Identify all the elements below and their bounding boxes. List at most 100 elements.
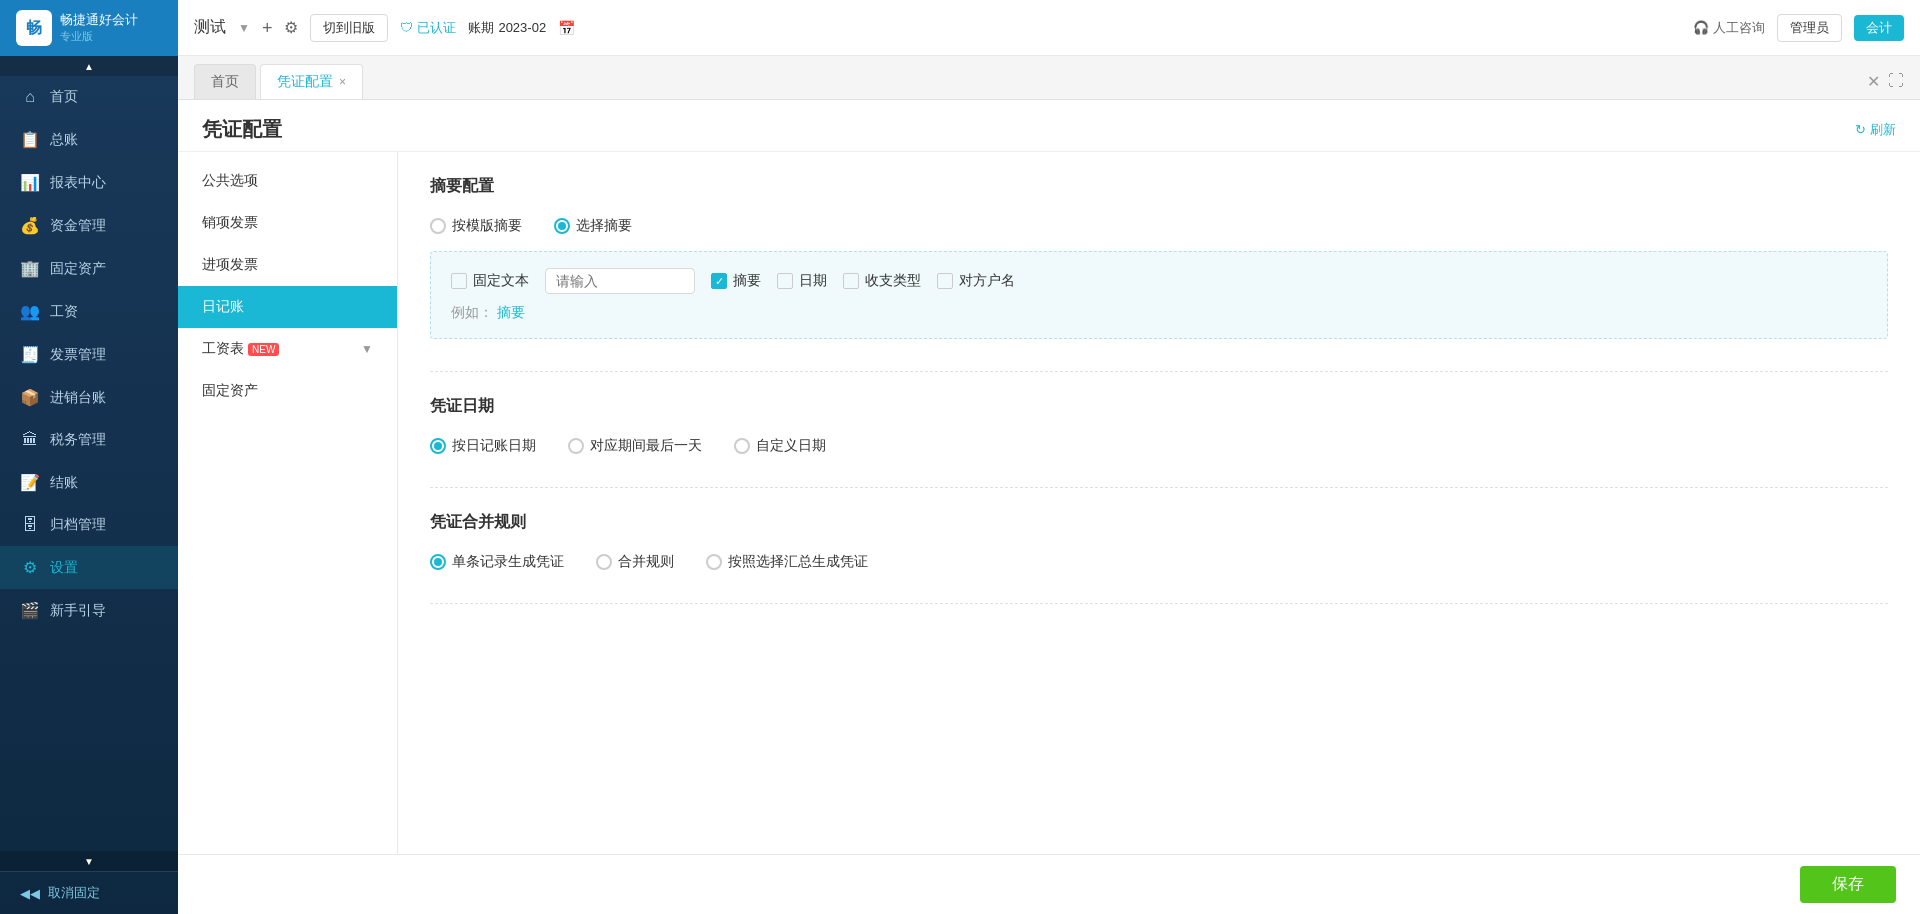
merge-rules-title: 凭证合并规则 [430, 512, 1888, 533]
app-logo: 畅 畅捷通好会计 专业版 [0, 0, 178, 56]
consult-btn[interactable]: 🎧 人工咨询 [1693, 19, 1765, 37]
radio-by-template-label: 按模版摘要 [452, 217, 522, 235]
divider-3 [430, 603, 1888, 604]
sidebar-label-general-ledger: 总账 [50, 131, 78, 149]
checkbox-date[interactable]: 日期 [777, 272, 827, 290]
sidebar-label-report-center: 报表中心 [50, 174, 106, 192]
checkbox-fixed-text[interactable]: 固定文本 [451, 272, 529, 290]
radio-merge-rules-circle [596, 554, 612, 570]
left-nav-sales-invoice[interactable]: 销项发票 [178, 202, 397, 244]
sidebar-item-payroll[interactable]: 👥 工资 [0, 290, 178, 333]
user-btn[interactable]: 管理员 [1777, 14, 1842, 42]
logo-icon: 畅 [16, 10, 52, 46]
radio-single-record-circle [430, 554, 446, 570]
settings-gear-btn[interactable]: ⚙ [284, 18, 298, 37]
radio-by-journal-date[interactable]: 按日记账日期 [430, 437, 536, 455]
sidebar-item-home[interactable]: ⌂ 首页 [0, 76, 178, 118]
radio-select-summary[interactable]: 选择摘要 [554, 217, 632, 235]
tab-home[interactable]: 首页 [194, 64, 256, 99]
radio-custom-date[interactable]: 自定义日期 [734, 437, 826, 455]
fixed-text-input[interactable] [545, 268, 695, 294]
sidebar-item-invoice-management[interactable]: 🧾 发票管理 [0, 333, 178, 376]
sidebar-item-archive[interactable]: 🗄 归档管理 [0, 504, 178, 546]
radio-select-summary-label: 选择摘要 [576, 217, 632, 235]
refresh-icon: ↻ [1855, 122, 1866, 137]
workspace-dropdown[interactable]: ▼ [238, 21, 250, 35]
sidebar-item-fixed-assets[interactable]: 🏢 固定资产 [0, 247, 178, 290]
sidebar-item-beginner-guide[interactable]: 🎬 新手引导 [0, 589, 178, 632]
merge-rules-radio-group: 单条记录生成凭证 合并规则 按照选择汇总生成凭证 [430, 553, 1888, 571]
home-icon: ⌂ [20, 88, 40, 106]
shield-icon: 🛡 [400, 20, 413, 35]
refresh-btn[interactable]: ↻ 刷新 [1855, 121, 1896, 139]
sidebar-item-settlement[interactable]: 📝 结账 [0, 461, 178, 504]
archive-icon: 🗄 [20, 516, 40, 534]
radio-single-record[interactable]: 单条记录生成凭证 [430, 553, 564, 571]
sidebar-item-purchase-sale[interactable]: 📦 进销台账 [0, 376, 178, 419]
save-btn[interactable]: 保存 [1800, 866, 1896, 903]
checkbox-summary[interactable]: 摘要 [711, 272, 761, 290]
radio-by-journal-date-label: 按日记账日期 [452, 437, 536, 455]
scroll-down-btn[interactable]: ▼ [0, 851, 178, 871]
cancel-fixed-icon: ◀◀ [20, 886, 40, 901]
content-area: 凭证配置 ↻ 刷新 公共选项 销项发票 进项发票 日记账 [178, 100, 1920, 914]
left-nav-journal[interactable]: 日记账 [178, 286, 397, 328]
sidebar-label-tax-management: 税务管理 [50, 431, 106, 449]
left-nav-purchase-invoice[interactable]: 进项发票 [178, 244, 397, 286]
certified-badge: 🛡 已认证 [400, 19, 456, 37]
tab-voucher-config[interactable]: 凭证配置 × [260, 64, 363, 99]
left-nav-fixed-assets[interactable]: 固定资产 [178, 370, 397, 412]
sidebar-item-general-ledger[interactable]: 📋 总账 [0, 118, 178, 161]
tab-close-btn[interactable]: × [339, 75, 346, 89]
summary-config-row: 固定文本 摘要 日期 [451, 268, 1867, 294]
sidebar-item-tax-management[interactable]: 🏛 税务管理 [0, 419, 178, 461]
radio-by-selection[interactable]: 按照选择汇总生成凭证 [706, 553, 868, 571]
settings-icon: ⚙ [20, 558, 40, 577]
refresh-label: 刷新 [1870, 121, 1896, 139]
left-nav-salary-table[interactable]: 工资表 NEW ▼ [178, 328, 397, 370]
radio-last-day-label: 对应期间最后一天 [590, 437, 702, 455]
voucher-date-section: 凭证日期 按日记账日期 对应期间最后一天 自定义日期 [430, 396, 1888, 455]
add-workspace-btn[interactable]: + [262, 19, 273, 37]
switch-old-btn[interactable]: 切到旧版 [310, 14, 388, 42]
sidebar-item-settings[interactable]: ⚙ 设置 [0, 546, 178, 589]
cancel-fixed-btn[interactable]: ◀◀ 取消固定 [0, 871, 178, 914]
divider-2 [430, 487, 1888, 488]
account-btn[interactable]: 会计 [1854, 15, 1904, 41]
sidebar-item-report-center[interactable]: 📊 报表中心 [0, 161, 178, 204]
right-panel: 摘要配置 按模版摘要 选择摘要 [398, 152, 1920, 854]
radio-merge-rules[interactable]: 合并规则 [596, 553, 674, 571]
tab-close-all-btn[interactable]: ✕ [1867, 72, 1880, 91]
sidebar-label-archive: 归档管理 [50, 516, 106, 534]
checkbox-counterpart-label: 对方户名 [959, 272, 1015, 290]
radio-custom-date-circle [734, 438, 750, 454]
example-row: 例如： 摘要 [451, 304, 1867, 322]
scroll-up-btn[interactable]: ▲ [0, 56, 178, 76]
app-name: 畅捷通好会计 [60, 12, 138, 29]
two-panel: 公共选项 销项发票 进项发票 日记账 工资表 NEW ▼ [178, 152, 1920, 854]
sidebar-item-fund-management[interactable]: 💰 资金管理 [0, 204, 178, 247]
page-header: 凭证配置 ↻ 刷新 [178, 100, 1920, 152]
sidebar-label-settings: 设置 [50, 559, 78, 577]
consult-label: 人工咨询 [1713, 19, 1765, 37]
sidebar-label-home: 首页 [50, 88, 78, 106]
radio-last-day[interactable]: 对应期间最后一天 [568, 437, 702, 455]
tab-home-label: 首页 [211, 73, 239, 91]
divider-1 [430, 371, 1888, 372]
checkbox-counterpart[interactable]: 对方户名 [937, 272, 1015, 290]
calendar-icon[interactable]: 📅 [558, 20, 575, 36]
radio-by-template[interactable]: 按模版摘要 [430, 217, 522, 235]
summary-config-box: 固定文本 摘要 日期 [430, 251, 1888, 339]
logo-text-container: 畅捷通好会计 专业版 [60, 12, 138, 44]
radio-select-summary-circle [554, 218, 570, 234]
tab-expand-btn[interactable]: ⛶ [1888, 72, 1904, 91]
checkbox-date-box [777, 273, 793, 289]
summary-config-section: 摘要配置 按模版摘要 选择摘要 [430, 176, 1888, 339]
checkbox-summary-box [711, 273, 727, 289]
assets-icon: 🏢 [20, 259, 40, 278]
summary-radio-group: 按模版摘要 选择摘要 [430, 217, 1888, 235]
sidebar-scroll: ⌂ 首页 📋 总账 📊 报表中心 💰 资金管理 🏢 固定资产 👥 工资 🧾 发票… [0, 76, 178, 851]
left-nav-public[interactable]: 公共选项 [178, 160, 397, 202]
voucher-date-title: 凭证日期 [430, 396, 1888, 417]
checkbox-payment-type[interactable]: 收支类型 [843, 272, 921, 290]
